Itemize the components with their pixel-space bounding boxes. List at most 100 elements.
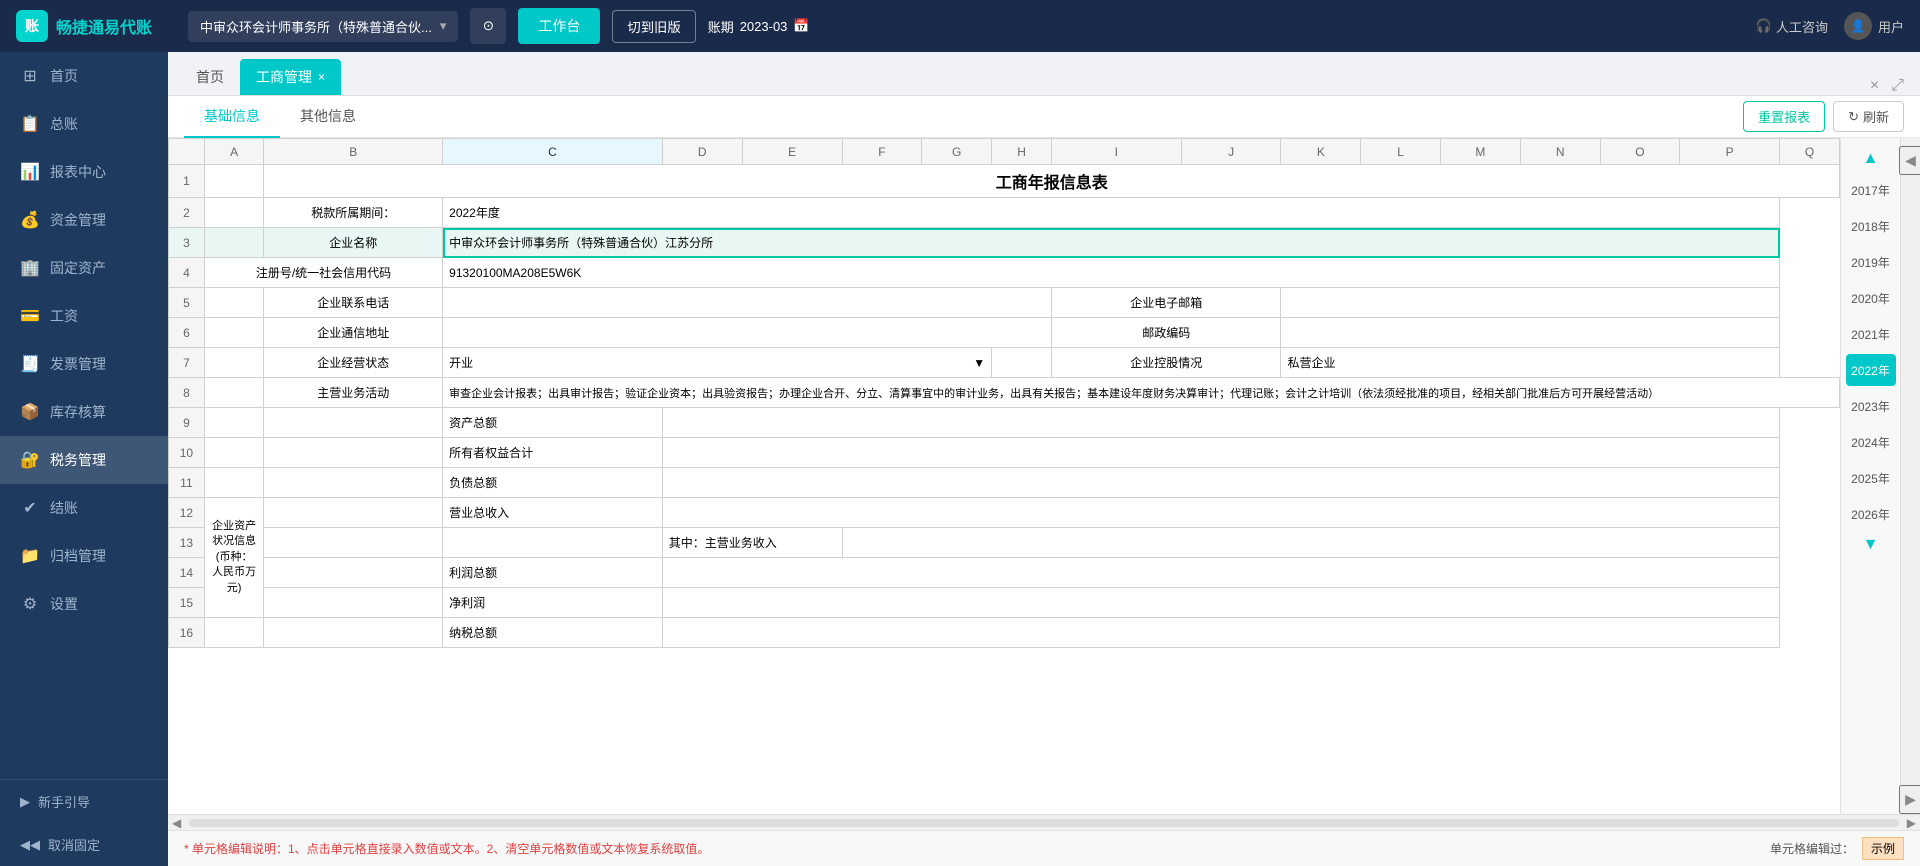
cell-15c: 净利润 bbox=[443, 588, 663, 618]
help-button[interactable]: 🎧 人工咨询 bbox=[1756, 17, 1828, 36]
cell-2c[interactable]: 2022年度 bbox=[443, 198, 1780, 228]
table-row: 4 注册号/统一社会信用代码 91320100MA208E5W6K bbox=[169, 258, 1840, 288]
scroll-right-button[interactable]: ▶ bbox=[1903, 816, 1920, 830]
cell-15d[interactable] bbox=[662, 588, 1779, 618]
window-expand-button[interactable]: ⤢ bbox=[1887, 77, 1908, 95]
cell-12d[interactable] bbox=[662, 498, 1779, 528]
col-G: G bbox=[922, 139, 992, 165]
collapse-button[interactable]: ◀ bbox=[1899, 146, 1920, 175]
horizontal-scrollbar[interactable]: ◀ ▶ bbox=[168, 814, 1920, 830]
sidebar-item-report[interactable]: 📊 报表中心 bbox=[0, 148, 168, 196]
sidebar-item-guide[interactable]: ▶ 新手引导 bbox=[0, 780, 168, 823]
cell-11d[interactable] bbox=[662, 468, 1779, 498]
refresh-icon: ↻ bbox=[1848, 109, 1859, 125]
cell-6c[interactable] bbox=[443, 318, 1052, 348]
row-num-2: 2 bbox=[169, 198, 205, 228]
table-row: 14 利润总额 bbox=[169, 558, 1840, 588]
reset-table-button[interactable]: 重置报表 bbox=[1743, 101, 1825, 132]
year-item-2018[interactable]: 2018年 bbox=[1846, 210, 1896, 242]
year-item-2020[interactable]: 2020年 bbox=[1846, 282, 1896, 314]
sidebar-item-label: 发票管理 bbox=[50, 354, 106, 374]
cell-9d[interactable] bbox=[662, 408, 1779, 438]
cell-16d[interactable] bbox=[662, 618, 1779, 648]
title-cell[interactable]: 工商年报信息表 bbox=[264, 165, 1840, 198]
table-row: 3 企业名称 中审众环会计师事务所（特殊普通合伙）江苏分所 bbox=[169, 228, 1840, 258]
invoice-icon: 🧾 bbox=[20, 354, 40, 374]
row-num-12: 12 bbox=[169, 498, 205, 528]
table-row: 10 所有者权益合计 bbox=[169, 438, 1840, 468]
cell-5k[interactable] bbox=[1281, 288, 1780, 318]
sub-tab-basic[interactable]: 基础信息 bbox=[184, 96, 280, 138]
sidebar-item-label: 首页 bbox=[50, 66, 78, 86]
sidebar-item-salary[interactable]: 💳 工资 bbox=[0, 292, 168, 340]
sidebar-item-ledger[interactable]: 📋 总账 bbox=[0, 100, 168, 148]
copy-button[interactable]: ⊙ bbox=[470, 8, 506, 44]
year-item-2026[interactable]: 2026年 bbox=[1846, 498, 1896, 530]
year-item-2021[interactable]: 2021年 bbox=[1846, 318, 1896, 350]
year-item-2017[interactable]: 2017年 bbox=[1846, 174, 1896, 206]
cell-6i: 邮政编码 bbox=[1051, 318, 1281, 348]
row-num-5: 5 bbox=[169, 288, 205, 318]
year-item-2019[interactable]: 2019年 bbox=[1846, 246, 1896, 278]
cell-14c: 利润总额 bbox=[443, 558, 663, 588]
ledger-icon: 📋 bbox=[20, 114, 40, 134]
col-C: C bbox=[443, 139, 663, 165]
expand-button[interactable]: ▶ bbox=[1899, 785, 1920, 814]
sidebar-item-assets[interactable]: 🏢 固定资产 bbox=[0, 244, 168, 292]
table-row: 9 资产总额 bbox=[169, 408, 1840, 438]
sidebar-item-unpin[interactable]: ◀◀ 取消固定 bbox=[0, 823, 168, 866]
window-close-button[interactable]: × bbox=[1866, 77, 1883, 95]
sub-tab-other[interactable]: 其他信息 bbox=[280, 96, 376, 138]
year-item-2023[interactable]: 2023年 bbox=[1846, 390, 1896, 422]
cell-3c[interactable]: 中审众环会计师事务所（特殊普通合伙）江苏分所 bbox=[443, 228, 1780, 258]
cell-13g[interactable] bbox=[842, 528, 1779, 558]
sidebar-item-archive[interactable]: 📁 归档管理 bbox=[0, 532, 168, 580]
sidebar-item-finance[interactable]: 💰 资金管理 bbox=[0, 196, 168, 244]
cell-5c[interactable] bbox=[443, 288, 1052, 318]
cell-8c[interactable]: 审查企业会计报表；出具审计报告；验证企业资本；出具验资报告；办理企业合开、分立、… bbox=[443, 378, 1840, 408]
calendar-icon[interactable]: 📅 bbox=[793, 18, 809, 34]
year-item-2022[interactable]: 2022年 bbox=[1846, 354, 1896, 386]
sidebar-item-label: 固定资产 bbox=[50, 258, 106, 278]
period-display: 账期 2023-03 📅 bbox=[708, 17, 810, 36]
sidebar-item-home[interactable]: ⊞ 首页 bbox=[0, 52, 168, 100]
row-num-15: 15 bbox=[169, 588, 205, 618]
col-M: M bbox=[1441, 139, 1521, 165]
sidebar-item-label: 工资 bbox=[50, 306, 78, 326]
cell-6k[interactable] bbox=[1281, 318, 1780, 348]
sidebar-item-tax[interactable]: 🔐 税务管理 bbox=[0, 436, 168, 484]
cell-4c[interactable]: 91320100MA208E5W6K bbox=[443, 258, 1780, 288]
cell-16c: 纳税总额 bbox=[443, 618, 663, 648]
tab-gongshang[interactable]: 工商管理 × bbox=[240, 59, 341, 95]
sidebar-item-inventory[interactable]: 📦 库存核算 bbox=[0, 388, 168, 436]
home-icon: ⊞ bbox=[20, 66, 40, 86]
sidebar-item-close[interactable]: ✔ 结账 bbox=[0, 484, 168, 532]
sidebar-item-settings[interactable]: ⚙ 设置 bbox=[0, 580, 168, 628]
workbench-button[interactable]: 工作台 bbox=[518, 8, 600, 44]
cell-2b: 税款所属期间： bbox=[264, 198, 443, 228]
tab-home[interactable]: 首页 bbox=[180, 59, 240, 95]
scroll-track[interactable] bbox=[189, 819, 1899, 827]
dropdown-icon[interactable]: ▼ bbox=[973, 356, 985, 370]
help-label: 人工咨询 bbox=[1776, 17, 1828, 36]
logo-area: 账 畅捷通易代账 bbox=[16, 10, 176, 42]
cell-10d[interactable] bbox=[662, 438, 1779, 468]
table-row: 6 企业通信地址 邮政编码 bbox=[169, 318, 1840, 348]
scroll-left-button[interactable]: ◀ bbox=[168, 816, 185, 830]
company-selector[interactable]: 中审众环会计师事务所（特殊普通合伙... ▾ bbox=[188, 11, 458, 42]
user-area[interactable]: 👤 用户 bbox=[1844, 12, 1904, 40]
year-scroll-up-button[interactable]: ▲ bbox=[1863, 150, 1879, 168]
cell-14d[interactable] bbox=[662, 558, 1779, 588]
tab-close-icon[interactable]: × bbox=[318, 70, 325, 84]
cell-7k[interactable]: 私营企业 bbox=[1281, 348, 1780, 378]
cell-7i: 企业控股情况 bbox=[1051, 348, 1281, 378]
sidebar-item-invoice[interactable]: 🧾 发票管理 bbox=[0, 340, 168, 388]
year-scroll-down-button[interactable]: ▼ bbox=[1863, 536, 1879, 554]
switch-version-button[interactable]: 切到旧版 bbox=[612, 10, 695, 43]
year-item-2024[interactable]: 2024年 bbox=[1846, 426, 1896, 458]
cell-7c[interactable]: 开业 ▼ bbox=[443, 348, 992, 378]
year-item-2025[interactable]: 2025年 bbox=[1846, 462, 1896, 494]
refresh-button[interactable]: ↻ 刷新 bbox=[1833, 101, 1904, 132]
report-icon: 📊 bbox=[20, 162, 40, 182]
spreadsheet-main[interactable]: A B C D E F G H I J K L bbox=[168, 138, 1840, 814]
